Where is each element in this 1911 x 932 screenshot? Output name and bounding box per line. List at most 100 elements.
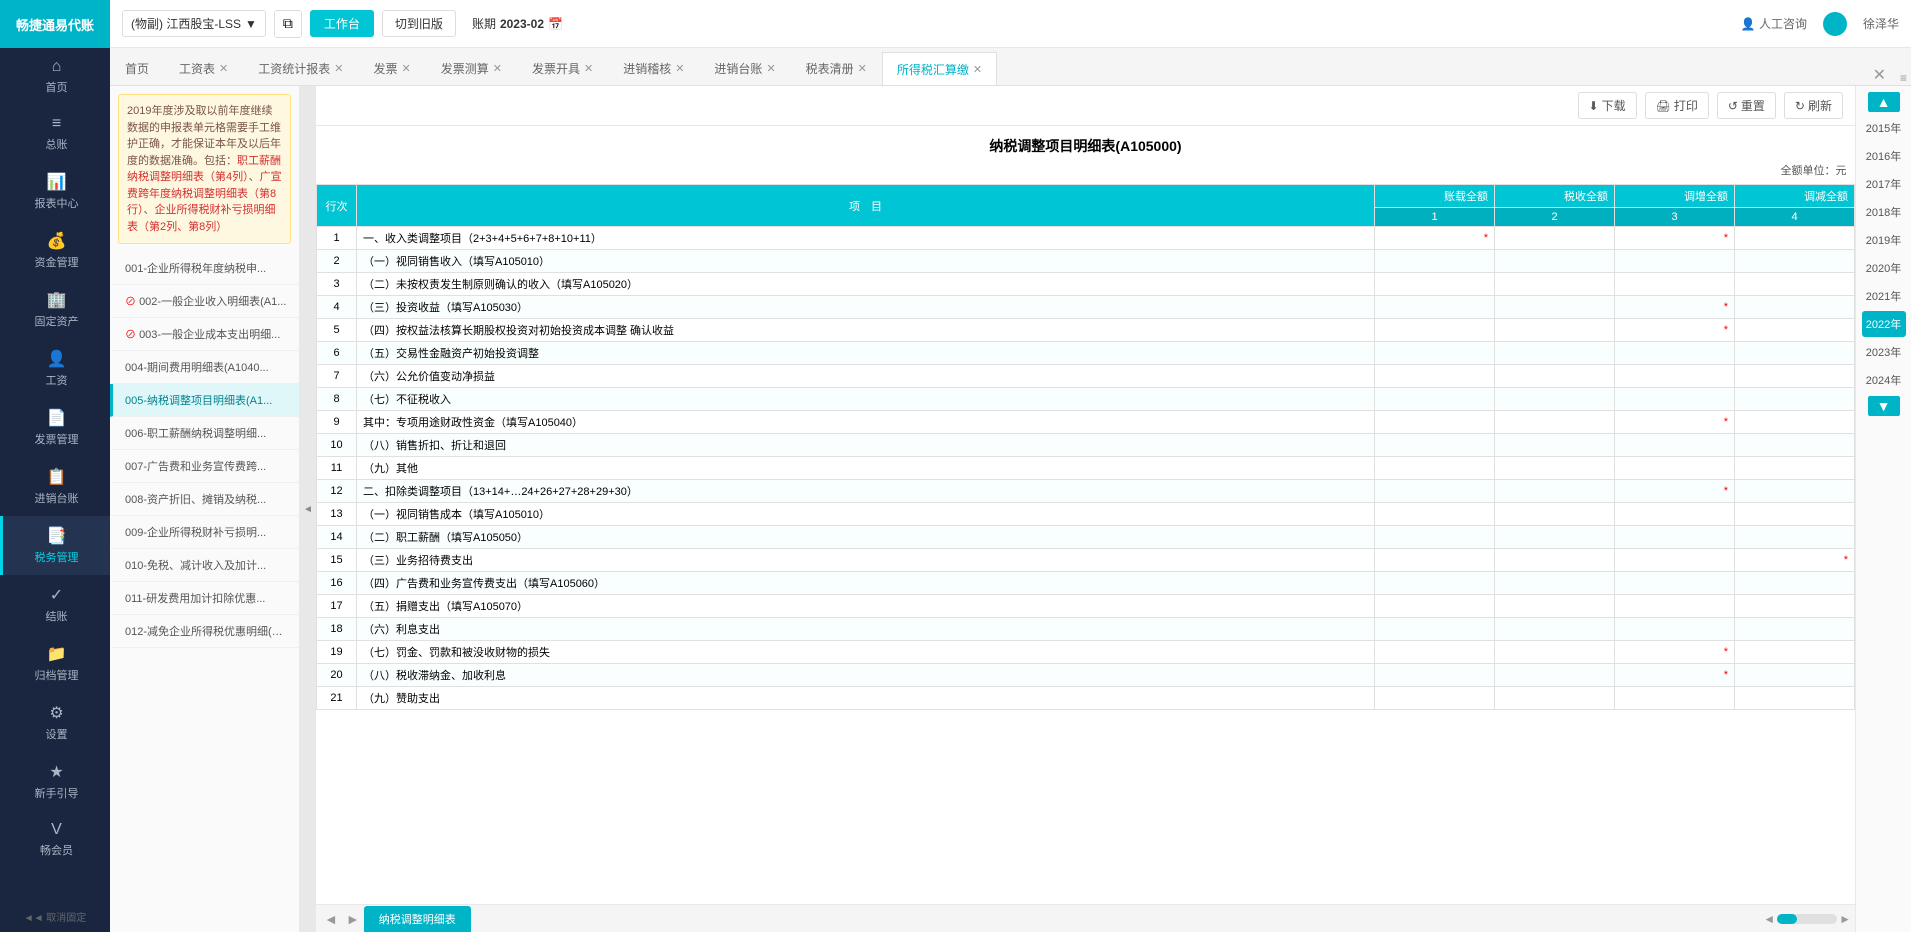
cell-v2[interactable]: [1495, 549, 1615, 572]
cell-v4[interactable]: [1735, 595, 1855, 618]
cell-v2[interactable]: [1495, 572, 1615, 595]
year-2022[interactable]: 2022年: [1862, 311, 1906, 337]
unpin-btn[interactable]: ◄◄ 取消固定: [0, 901, 110, 932]
year-2021[interactable]: 2021年: [1862, 283, 1906, 309]
sidebar-item-close[interactable]: ✓ 结账: [0, 575, 110, 634]
cell-v3[interactable]: *: [1615, 411, 1735, 434]
cell-item[interactable]: （七）不征税收入: [357, 388, 1375, 411]
cell-item[interactable]: （三）投资收益（填写A105030）: [357, 296, 1375, 319]
cell-v1[interactable]: [1375, 595, 1495, 618]
workspace-button[interactable]: 工作台: [310, 10, 374, 37]
cell-v4[interactable]: [1735, 503, 1855, 526]
cell-v4[interactable]: [1735, 227, 1855, 250]
cell-v1[interactable]: [1375, 457, 1495, 480]
cell-v3[interactable]: *: [1615, 227, 1735, 250]
sidebar-item-guide[interactable]: ★ 新手引导: [0, 752, 110, 811]
cell-v1[interactable]: [1375, 411, 1495, 434]
sidebar-item-finance[interactable]: 💰 资金管理: [0, 221, 110, 280]
cell-item[interactable]: （三）业务招待费支出: [357, 549, 1375, 572]
tab-tax-table[interactable]: 税表清册 ✕: [791, 51, 882, 85]
sidebar-item-invoice-mgmt[interactable]: 📄 发票管理: [0, 398, 110, 457]
cell-v1[interactable]: [1375, 526, 1495, 549]
sidebar-item-home[interactable]: ⌂ 首页: [0, 48, 110, 105]
year-2020[interactable]: 2020年: [1862, 255, 1906, 281]
bottom-tab-main[interactable]: 纳税调整明细表: [364, 906, 471, 932]
cell-v3[interactable]: [1615, 342, 1735, 365]
year-2018[interactable]: 2018年: [1862, 199, 1906, 225]
panel-item-006[interactable]: 006-职工薪酬纳税调整明细...: [110, 417, 299, 450]
panel-item-003[interactable]: ⊘ 003-一般企业成本支出明细...: [110, 318, 299, 351]
cell-v3[interactable]: [1615, 388, 1735, 411]
cell-item[interactable]: （五）交易性金融资产初始投资调整: [357, 342, 1375, 365]
tab-invoice-issue[interactable]: 发票开具 ✕: [517, 51, 608, 85]
tab-close-payroll-stats[interactable]: ✕: [334, 62, 343, 75]
cell-v4[interactable]: [1735, 273, 1855, 296]
cell-v2[interactable]: [1495, 342, 1615, 365]
cell-v4[interactable]: [1735, 641, 1855, 664]
cell-v4[interactable]: [1735, 572, 1855, 595]
cell-v1[interactable]: *: [1375, 227, 1495, 250]
panel-item-001[interactable]: 001-企业所得税年度纳税申...: [110, 252, 299, 285]
reset-button[interactable]: ↺ 重置: [1717, 92, 1776, 119]
year-2015[interactable]: 2015年: [1862, 115, 1906, 141]
cell-item[interactable]: （一）视同销售成本（填写A105010）: [357, 503, 1375, 526]
cell-v4[interactable]: [1735, 319, 1855, 342]
cell-v4[interactable]: [1735, 411, 1855, 434]
cell-v4[interactable]: [1735, 687, 1855, 710]
cell-v2[interactable]: [1495, 618, 1615, 641]
sidebar-item-vip[interactable]: V 畅会员: [0, 811, 110, 868]
cell-v2[interactable]: [1495, 641, 1615, 664]
cell-v1[interactable]: [1375, 549, 1495, 572]
year-2019[interactable]: 2019年: [1862, 227, 1906, 253]
cell-v3[interactable]: *: [1615, 296, 1735, 319]
cell-item[interactable]: （一）视同销售收入（填写A105010）: [357, 250, 1375, 273]
panel-item-005[interactable]: 005-纳税调整项目明细表(A1...: [110, 384, 299, 417]
panel-item-011[interactable]: 011-研发费用加计扣除优惠...: [110, 582, 299, 615]
tab-payroll-stats[interactable]: 工资统计报表 ✕: [243, 51, 358, 85]
cell-v2[interactable]: [1495, 434, 1615, 457]
cell-v2[interactable]: [1495, 595, 1615, 618]
collapse-handle[interactable]: ◄: [300, 86, 316, 932]
cell-v2[interactable]: [1495, 664, 1615, 687]
cell-v1[interactable]: [1375, 250, 1495, 273]
sidebar-item-archive[interactable]: 📁 归档管理: [0, 634, 110, 693]
cell-item[interactable]: （六）公允价值变动净损益: [357, 365, 1375, 388]
cell-v4[interactable]: [1735, 296, 1855, 319]
copy-icon-btn[interactable]: ⧉: [274, 10, 302, 38]
sidebar-item-payroll[interactable]: 👤 工资: [0, 339, 110, 398]
tab-sales-ledger[interactable]: 进销台账 ✕: [699, 51, 790, 85]
cell-v4[interactable]: [1735, 664, 1855, 687]
cell-v1[interactable]: [1375, 641, 1495, 664]
cell-v2[interactable]: [1495, 457, 1615, 480]
cell-v3[interactable]: [1615, 618, 1735, 641]
tab-close-payroll[interactable]: ✕: [219, 62, 228, 75]
cell-v2[interactable]: [1495, 388, 1615, 411]
scroll-left-icon[interactable]: ◄: [1763, 912, 1775, 926]
cell-v2[interactable]: [1495, 273, 1615, 296]
cell-item[interactable]: 一、收入类调整项目（2+3+4+5+6+7+8+10+11）: [357, 227, 1375, 250]
cell-v4[interactable]: [1735, 618, 1855, 641]
bottom-nav-left[interactable]: ◄: [320, 911, 342, 927]
horizontal-scrollbar[interactable]: [1777, 914, 1837, 924]
cell-v3[interactable]: [1615, 365, 1735, 388]
cell-item[interactable]: （二）未按权责发生制原则确认的收入（填写A105020）: [357, 273, 1375, 296]
cell-v3[interactable]: [1615, 503, 1735, 526]
cell-v1[interactable]: [1375, 503, 1495, 526]
cell-v3[interactable]: [1615, 687, 1735, 710]
tab-close-tax-table[interactable]: ✕: [858, 62, 867, 75]
switch-version-button[interactable]: 切到旧版: [382, 10, 456, 37]
panel-item-009[interactable]: 009-企业所得税财补亏损明...: [110, 516, 299, 549]
cell-v2[interactable]: [1495, 526, 1615, 549]
panel-item-008[interactable]: 008-资产折旧、摊销及纳税...: [110, 483, 299, 516]
tab-check[interactable]: 进销稽核 ✕: [608, 51, 699, 85]
cell-v1[interactable]: [1375, 296, 1495, 319]
cell-v3[interactable]: [1615, 457, 1735, 480]
download-button[interactable]: ⬇ 下载: [1578, 92, 1637, 119]
cell-v3[interactable]: *: [1615, 664, 1735, 687]
cell-v3[interactable]: [1615, 572, 1735, 595]
cell-v1[interactable]: [1375, 273, 1495, 296]
cell-v4[interactable]: *: [1735, 549, 1855, 572]
support-btn[interactable]: 👤 人工咨询: [1741, 15, 1807, 32]
cell-v1[interactable]: [1375, 572, 1495, 595]
tab-close-invoice-issue[interactable]: ✕: [584, 62, 593, 75]
